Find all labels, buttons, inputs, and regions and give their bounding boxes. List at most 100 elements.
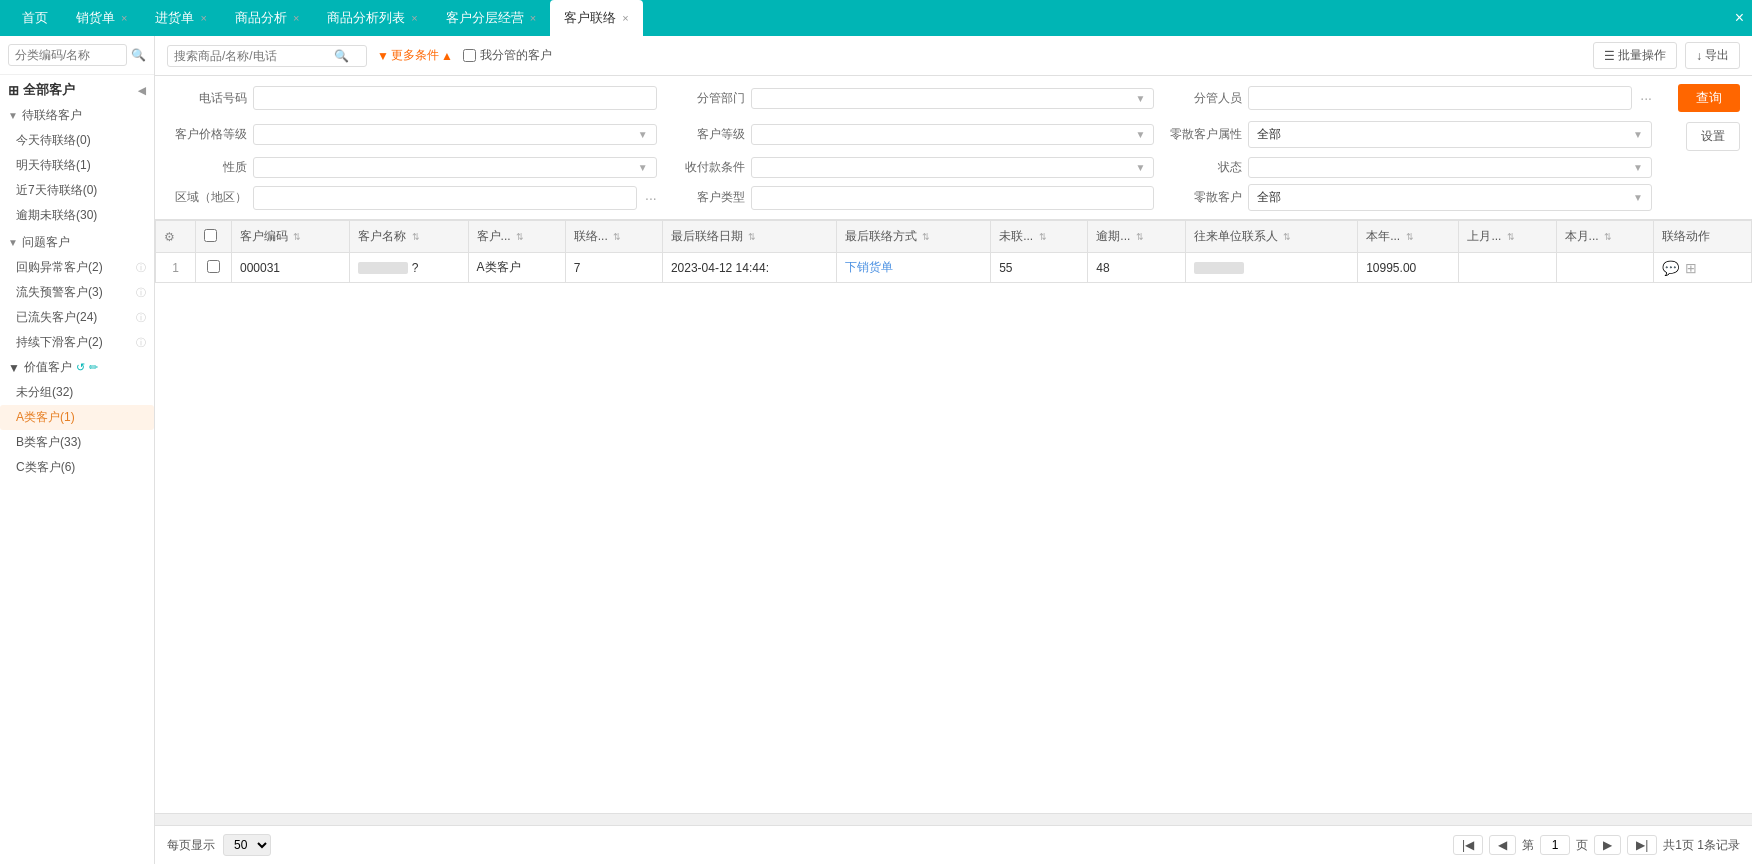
retail-select[interactable]: 全部 ▼ xyxy=(1248,184,1652,211)
search-input[interactable] xyxy=(174,49,334,63)
nav-product-analysis-list[interactable]: 商品分析列表 × xyxy=(313,0,431,36)
more-conditions-btn[interactable]: ▼ 更多条件 ▲ xyxy=(377,47,453,64)
pricelevel-select[interactable]: ▼ xyxy=(253,124,657,145)
dept-arrow-icon: ▼ xyxy=(1135,93,1145,104)
th-contactperson[interactable]: 往来单位联系人 ⇅ xyxy=(1185,221,1358,253)
nav-purchaseorder[interactable]: 进货单 × xyxy=(141,0,220,36)
sidebar-item-7days[interactable]: 近7天待联络(0) xyxy=(0,178,154,203)
sidebar-item-a-class[interactable]: A类客户(1) xyxy=(0,405,154,430)
sidebar-item-lost[interactable]: 已流失客户(24) ⓘ xyxy=(0,305,154,330)
sidebar-item-tomorrow[interactable]: 明天待联络(1) xyxy=(0,153,154,178)
sort-icon2: ⇅ xyxy=(412,232,420,242)
select-all-checkbox[interactable] xyxy=(204,229,217,242)
search-box: 🔍 xyxy=(167,45,367,67)
page-size-select[interactable]: 50 xyxy=(223,834,271,856)
phone-label: 电话号码 xyxy=(167,90,247,107)
close-customersegment-icon[interactable]: × xyxy=(530,12,536,24)
cell-contact: 7 xyxy=(565,253,662,283)
export-btn[interactable]: ↓ 导出 xyxy=(1685,42,1740,69)
nav-product-analysis[interactable]: 商品分析 × xyxy=(221,0,313,36)
my-customers-checkbox[interactable] xyxy=(463,49,476,62)
th-lastdate[interactable]: 最后联络日期 ⇅ xyxy=(662,221,836,253)
arrow-down-icon: ▼ xyxy=(8,110,18,121)
nav-salesorder[interactable]: 销货单 × xyxy=(62,0,141,36)
edit-icon[interactable]: ✏ xyxy=(89,361,98,374)
nav-home[interactable]: 首页 xyxy=(8,0,62,36)
person-dots-btn[interactable]: ··· xyxy=(1640,90,1652,106)
th-lastmonth[interactable]: 上月... ⇅ xyxy=(1459,221,1556,253)
last-method-link[interactable]: 下销货单 xyxy=(845,260,893,274)
problem-customers-header[interactable]: ▼ 问题客户 xyxy=(0,230,154,255)
last-page-btn[interactable]: ▶| xyxy=(1627,835,1657,855)
person-input[interactable] xyxy=(1248,86,1632,110)
th-yearamount[interactable]: 本年... ⇅ xyxy=(1358,221,1459,253)
filter-row-1: 电话号码 分管部门 ▼ 分管人员 ··· xyxy=(167,84,1740,112)
setting-btn[interactable]: 设置 xyxy=(1686,122,1740,151)
close-window-icon[interactable]: × xyxy=(1735,9,1744,27)
cell-yearamount: 10995.00 xyxy=(1358,253,1459,283)
close-salesorder-icon[interactable]: × xyxy=(121,12,127,24)
batch-operation-btn[interactable]: ☰ 批量操作 xyxy=(1593,42,1677,69)
table-header-row: ⚙ 客户编码 ⇅ 客户名称 ⇅ xyxy=(156,221,1752,253)
sidebar-search-input[interactable] xyxy=(8,44,127,66)
first-page-btn[interactable]: |◀ xyxy=(1453,835,1483,855)
sidebar-item-declining[interactable]: 持续下滑客户(2) ⓘ xyxy=(0,330,154,355)
region-input[interactable] xyxy=(253,186,637,210)
th-name[interactable]: 客户名称 ⇅ xyxy=(350,221,468,253)
customerlevel-select[interactable]: ▼ xyxy=(751,124,1155,145)
close-customercontact-icon[interactable]: × xyxy=(622,12,628,24)
grid-icon: ⊞ xyxy=(8,83,19,98)
th-code[interactable]: 客户编码 ⇅ xyxy=(232,221,350,253)
phone-input[interactable] xyxy=(253,86,657,110)
filter-col-retailattr: 零散客户属性 全部 ▼ xyxy=(1162,121,1652,148)
close-productanalysis-icon[interactable]: × xyxy=(293,12,299,24)
sidebar-search-icon[interactable]: 🔍 xyxy=(131,48,146,62)
qr-icon[interactable]: ⊞ xyxy=(1685,260,1697,276)
region-dots-btn[interactable]: ··· xyxy=(645,190,657,206)
th-settings[interactable]: ⚙ xyxy=(156,221,196,253)
customertype-input[interactable] xyxy=(751,186,1155,210)
sidebar-item-overdue[interactable]: 逾期未联络(30) xyxy=(0,203,154,228)
query-btn[interactable]: 查询 xyxy=(1678,84,1740,112)
settings-icon[interactable]: ⚙ xyxy=(164,230,175,244)
chat-icon[interactable]: 💬 xyxy=(1662,260,1679,276)
table-empty-space xyxy=(155,517,1752,814)
total-pages-label: 页 xyxy=(1576,837,1588,854)
payment-select[interactable]: ▼ xyxy=(751,157,1155,178)
th-nocontact[interactable]: 未联... ⇅ xyxy=(991,221,1088,253)
sidebar-item-c-class[interactable]: C类客户(6) xyxy=(0,455,154,480)
nature-select[interactable]: ▼ xyxy=(253,157,657,178)
status-select[interactable]: ▼ xyxy=(1248,157,1652,178)
page-input[interactable] xyxy=(1540,835,1570,855)
th-type[interactable]: 客户... ⇅ xyxy=(468,221,565,253)
prev-page-btn[interactable]: ◀ xyxy=(1489,835,1516,855)
retailattr-select[interactable]: 全部 ▼ xyxy=(1248,121,1652,148)
search-icon[interactable]: 🔍 xyxy=(334,49,349,63)
next-page-btn[interactable]: ▶ xyxy=(1594,835,1621,855)
pending-contact-header[interactable]: ▼ 待联络客户 xyxy=(0,103,154,128)
refresh-icon[interactable]: ↺ xyxy=(76,361,85,374)
sidebar-item-unclassified[interactable]: 未分组(32) xyxy=(0,380,154,405)
nav-customer-contact[interactable]: 客户联络 × xyxy=(550,0,642,36)
sidebar-item-today[interactable]: 今天待联络(0) xyxy=(0,128,154,153)
close-purchaseorder-icon[interactable]: × xyxy=(200,12,206,24)
horizontal-scrollbar[interactable] xyxy=(155,813,1752,825)
collapse-icon[interactable]: ◀ xyxy=(138,85,146,96)
row-checkbox[interactable] xyxy=(207,260,220,273)
contactperson-masked xyxy=(1194,262,1244,274)
th-contact[interactable]: 联络... ⇅ xyxy=(565,221,662,253)
all-customers-section: ⊞ 全部客户 ◀ xyxy=(0,75,154,101)
sidebar-item-repurchase[interactable]: 回购异常客户(2) ⓘ xyxy=(0,255,154,280)
th-overdue[interactable]: 逾期... ⇅ xyxy=(1088,221,1185,253)
close-productanalysislist-icon[interactable]: × xyxy=(411,12,417,24)
th-thismonth[interactable]: 本月... ⇅ xyxy=(1556,221,1653,253)
sidebar-item-b-class[interactable]: B类客户(33) xyxy=(0,430,154,455)
my-customers-filter[interactable]: 我分管的客户 xyxy=(463,47,552,64)
all-customers-title[interactable]: ⊞ 全部客户 ◀ xyxy=(8,81,146,99)
nav-customer-segment[interactable]: 客户分层经营 × xyxy=(432,0,550,36)
th-lastmethod[interactable]: 最后联络方式 ⇅ xyxy=(836,221,991,253)
value-customers-header[interactable]: ▼ 价值客户 ↺ ✏ xyxy=(0,355,154,380)
sidebar-item-lostwarning[interactable]: 流失预警客户(3) ⓘ xyxy=(0,280,154,305)
sort-icon11: ⇅ xyxy=(1507,232,1515,242)
dept-select[interactable]: ▼ xyxy=(751,88,1155,109)
